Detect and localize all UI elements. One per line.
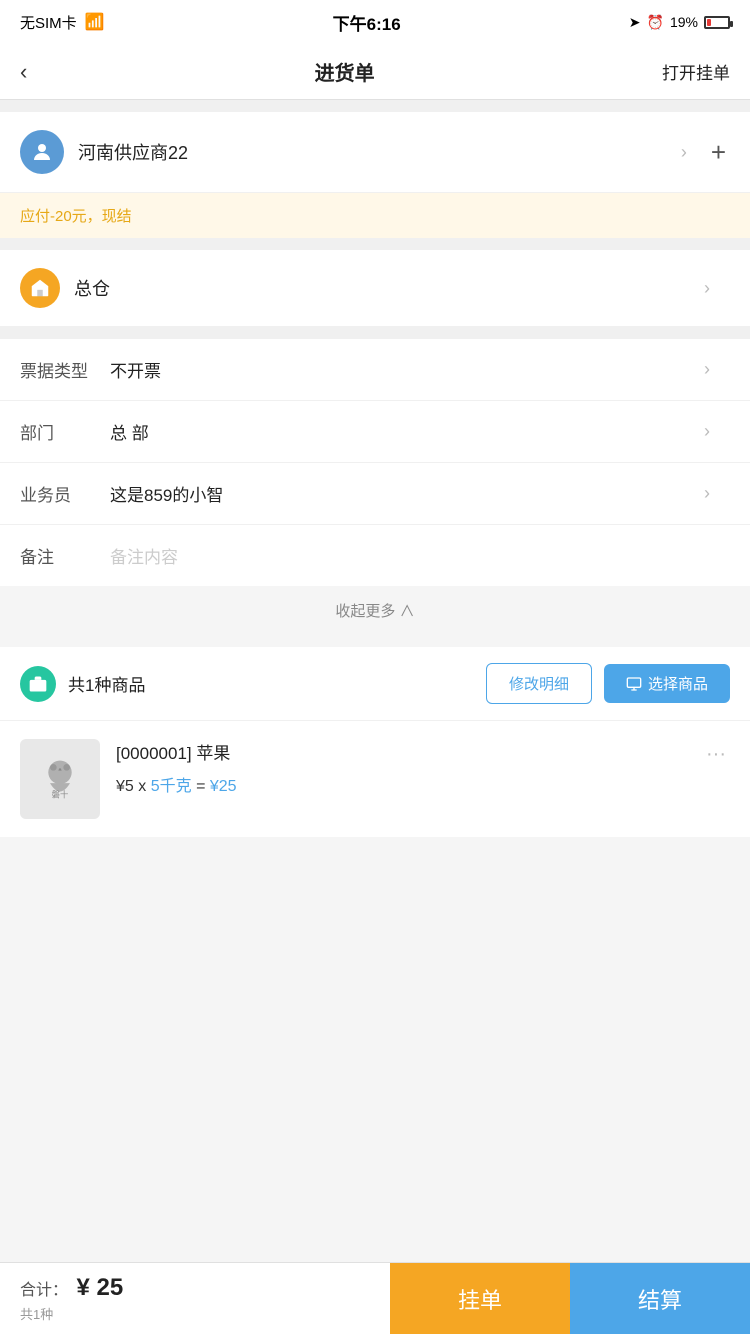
hang-button[interactable]: 挂单 — [390, 1263, 570, 1334]
invoice-value: 不开票 — [110, 357, 704, 382]
open-hang-button[interactable]: 打开挂单 — [662, 59, 730, 84]
collapse-label: 收起更多 ∧ — [335, 603, 414, 620]
wifi-icon: 📶 — [85, 12, 105, 32]
warehouse-chevron-icon: › — [704, 278, 710, 299]
select-product-label: 选择商品 — [648, 673, 708, 694]
remark-label: 备注 — [20, 543, 110, 568]
invoice-row[interactable]: 票据类型 不开票 › — [0, 338, 750, 400]
add-button[interactable]: + — [707, 137, 730, 168]
status-bar: 无SIM卡 📶 下午6:16 ➤ ⏰ 19% — [0, 0, 750, 44]
products-count: 共1种商品 — [68, 671, 486, 696]
total-amount: ¥ 25 — [76, 1274, 123, 1301]
section-gap-1 — [0, 100, 750, 112]
bottom-spacer — [0, 838, 750, 918]
supplier-avatar — [20, 130, 64, 174]
dept-chevron-icon: › — [704, 421, 710, 442]
remark-input[interactable]: 备注内容 — [110, 543, 730, 568]
collapse-bar[interactable]: 收起更多 ∧ — [0, 586, 750, 635]
product-name: [0000001] 苹果 — [116, 739, 702, 764]
back-button[interactable]: ‹ — [20, 59, 27, 85]
remark-row[interactable]: 备注 备注内容 — [0, 524, 750, 586]
sales-chevron-icon: › — [704, 483, 710, 504]
products-section: 共1种商品 修改明细 选择商品 磐十 [0000001] — [0, 647, 750, 838]
dept-label: 部门 — [20, 419, 110, 444]
battery-percent: 19% — [670, 14, 698, 30]
status-time: 下午6:16 — [333, 10, 401, 35]
product-code: [0000001] — [116, 744, 192, 763]
products-icon — [20, 666, 56, 702]
nav-bar: ‹ 进货单 打开挂单 — [0, 44, 750, 100]
invoice-label: 票据类型 — [20, 357, 110, 382]
notice-text: 应付-20元，现结 — [20, 208, 132, 225]
warehouse-section: 总仓 › — [0, 250, 750, 326]
product-title: 苹果 — [196, 744, 230, 763]
product-image-placeholder: 磐十 — [35, 754, 85, 804]
location-icon: ➤ — [629, 14, 641, 31]
sales-label: 业务员 — [20, 481, 110, 506]
battery-icon — [704, 16, 730, 29]
supplier-section: 河南供应商22 › + 应付-20元，现结 — [0, 112, 750, 238]
product-item: 磐十 [0000001] 苹果 ¥5 x 5千克 = ¥25 ··· — [0, 721, 750, 838]
total-label: 合计： — [20, 1282, 68, 1299]
product-thumbnail: 磐十 — [20, 739, 100, 819]
form-section: 票据类型 不开票 › 部门 总 部 › 业务员 这是859的小智 › 备注 备注… — [0, 338, 750, 586]
products-header: 共1种商品 修改明细 选择商品 — [0, 647, 750, 721]
sales-row[interactable]: 业务员 这是859的小智 › — [0, 462, 750, 524]
section-gap-2 — [0, 238, 750, 250]
invoice-chevron-icon: › — [704, 359, 710, 380]
product-total: ¥25 — [210, 778, 237, 795]
sales-value: 这是859的小智 — [110, 481, 704, 506]
status-right: ➤ ⏰ 19% — [629, 14, 730, 31]
supplier-row[interactable]: 河南供应商22 › + — [0, 112, 750, 193]
select-icon — [626, 676, 642, 692]
alarm-icon: ⏰ — [647, 14, 664, 31]
warehouse-icon — [20, 268, 60, 308]
product-qty: 5千克 — [151, 778, 192, 795]
product-price: ¥5 x 5千克 = ¥25 — [116, 772, 702, 796]
warehouse-row[interactable]: 总仓 › — [0, 250, 750, 326]
svg-text:磐十: 磐十 — [52, 789, 69, 799]
product-info: [0000001] 苹果 ¥5 x 5千克 = ¥25 — [116, 739, 702, 796]
supplier-chevron-icon: › — [681, 142, 687, 163]
page-title: 进货单 — [315, 57, 375, 86]
dept-value: 总 部 — [110, 419, 704, 444]
dept-row[interactable]: 部门 总 部 › — [0, 400, 750, 462]
edit-detail-button[interactable]: 修改明细 — [486, 663, 592, 704]
total-count: 共1种 — [20, 1304, 370, 1323]
total-section: 合计： ¥ 25 共1种 — [0, 1274, 390, 1323]
carrier-label: 无SIM卡 — [20, 12, 77, 33]
checkout-button[interactable]: 结算 — [570, 1263, 750, 1334]
bottom-bar: 合计： ¥ 25 共1种 挂单 结算 — [0, 1262, 750, 1334]
supplier-name: 河南供应商22 — [78, 139, 681, 165]
warehouse-name: 总仓 — [74, 275, 704, 301]
status-left: 无SIM卡 📶 — [20, 12, 105, 33]
select-product-button[interactable]: 选择商品 — [604, 664, 730, 703]
product-more-button[interactable]: ··· — [702, 739, 730, 770]
section-gap-3 — [0, 326, 750, 338]
notice-bar: 应付-20元，现结 — [0, 193, 750, 238]
